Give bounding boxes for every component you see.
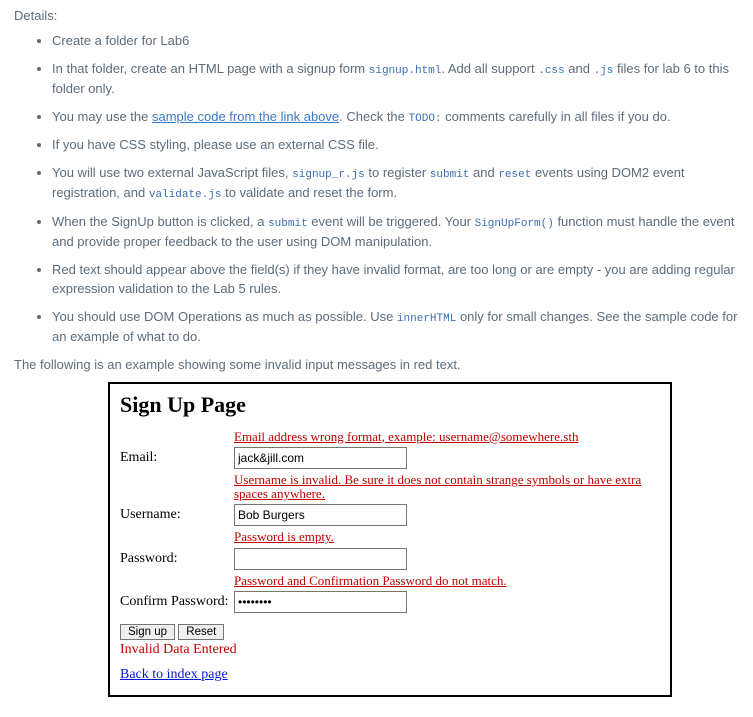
signup-button[interactable]: Sign up [120, 624, 175, 640]
text: and [565, 61, 594, 76]
text: Red text should appear above the field(s… [52, 262, 735, 297]
error-username: Username is invalid. Be sure it does not… [234, 473, 660, 502]
page-title: Sign Up Page [120, 392, 660, 418]
label-confirm: Confirm Password: [120, 594, 234, 610]
text: . Check the [339, 109, 408, 124]
code-file: validate.js [149, 189, 222, 201]
code-event: submit [430, 169, 470, 181]
list-item: If you have CSS styling, please use an e… [52, 135, 739, 155]
text: In that folder, create an HTML page with… [52, 61, 369, 76]
row-password: Password: [120, 548, 660, 570]
list-item: You will use two external JavaScript fil… [52, 163, 739, 204]
list-item: You should use DOM Operations as much as… [52, 307, 739, 347]
button-row: Sign up Reset [120, 623, 660, 640]
label-email: Email: [120, 450, 234, 466]
list-item: Red text should appear above the field(s… [52, 260, 739, 299]
text: and [469, 165, 498, 180]
code-ext-js: .js [594, 65, 614, 77]
code-innerhtml: innerHTML [397, 313, 456, 325]
row-email: Email: [120, 447, 660, 469]
code-event: submit [268, 218, 308, 230]
text: You will use two external JavaScript fil… [52, 165, 292, 180]
requirements-list: Create a folder for Lab6 In that folder,… [14, 31, 739, 347]
error-confirm: Password and Confirmation Password do no… [234, 574, 660, 588]
email-field[interactable] [234, 447, 407, 469]
text: When the SignUp button is clicked, a [52, 214, 268, 229]
list-item: Create a folder for Lab6 [52, 31, 739, 51]
label-username: Username: [120, 507, 234, 523]
text: . Add all support [441, 61, 538, 76]
confirm-password-field[interactable] [234, 591, 407, 613]
back-link[interactable]: Back to index page [120, 667, 228, 682]
code-todo: TODO: [409, 113, 442, 125]
list-item: In that folder, create an HTML page with… [52, 59, 739, 99]
row-username: Username: [120, 504, 660, 526]
text: to validate and reset the form. [221, 185, 397, 200]
reset-button[interactable]: Reset [178, 624, 224, 640]
signup-example-frame: Sign Up Page Email address wrong format,… [108, 382, 672, 697]
code-file: signup_r.js [292, 169, 365, 181]
text: event will be triggered. Your [308, 214, 475, 229]
code-filename: signup.html [369, 65, 442, 77]
username-field[interactable] [234, 504, 407, 526]
text: Create a folder for Lab6 [52, 33, 189, 48]
sample-code-link[interactable]: sample code from the link above [152, 109, 339, 124]
label-password: Password: [120, 551, 234, 567]
text: You should use DOM Operations as much as… [52, 309, 397, 324]
document-page: Details: Create a folder for Lab6 In tha… [0, 0, 753, 717]
list-item: When the SignUp button is clicked, a sub… [52, 212, 739, 252]
code-ext-css: .css [538, 65, 564, 77]
details-heading: Details: [14, 8, 739, 23]
error-email: Email address wrong format, example: use… [234, 430, 660, 444]
error-password: Password is empty. [234, 530, 660, 544]
text: You may use the [52, 109, 152, 124]
text: comments carefully in all files if you d… [442, 109, 671, 124]
text: If you have CSS styling, please use an e… [52, 137, 379, 152]
code-func: SignUpForm() [475, 218, 554, 230]
text: to register [365, 165, 430, 180]
list-item: You may use the sample code from the lin… [52, 107, 739, 128]
example-intro: The following is an example showing some… [14, 357, 739, 372]
password-field[interactable] [234, 548, 407, 570]
status-text: Invalid Data Entered [120, 642, 660, 658]
row-confirm: Confirm Password: [120, 591, 660, 613]
code-event: reset [498, 169, 531, 181]
